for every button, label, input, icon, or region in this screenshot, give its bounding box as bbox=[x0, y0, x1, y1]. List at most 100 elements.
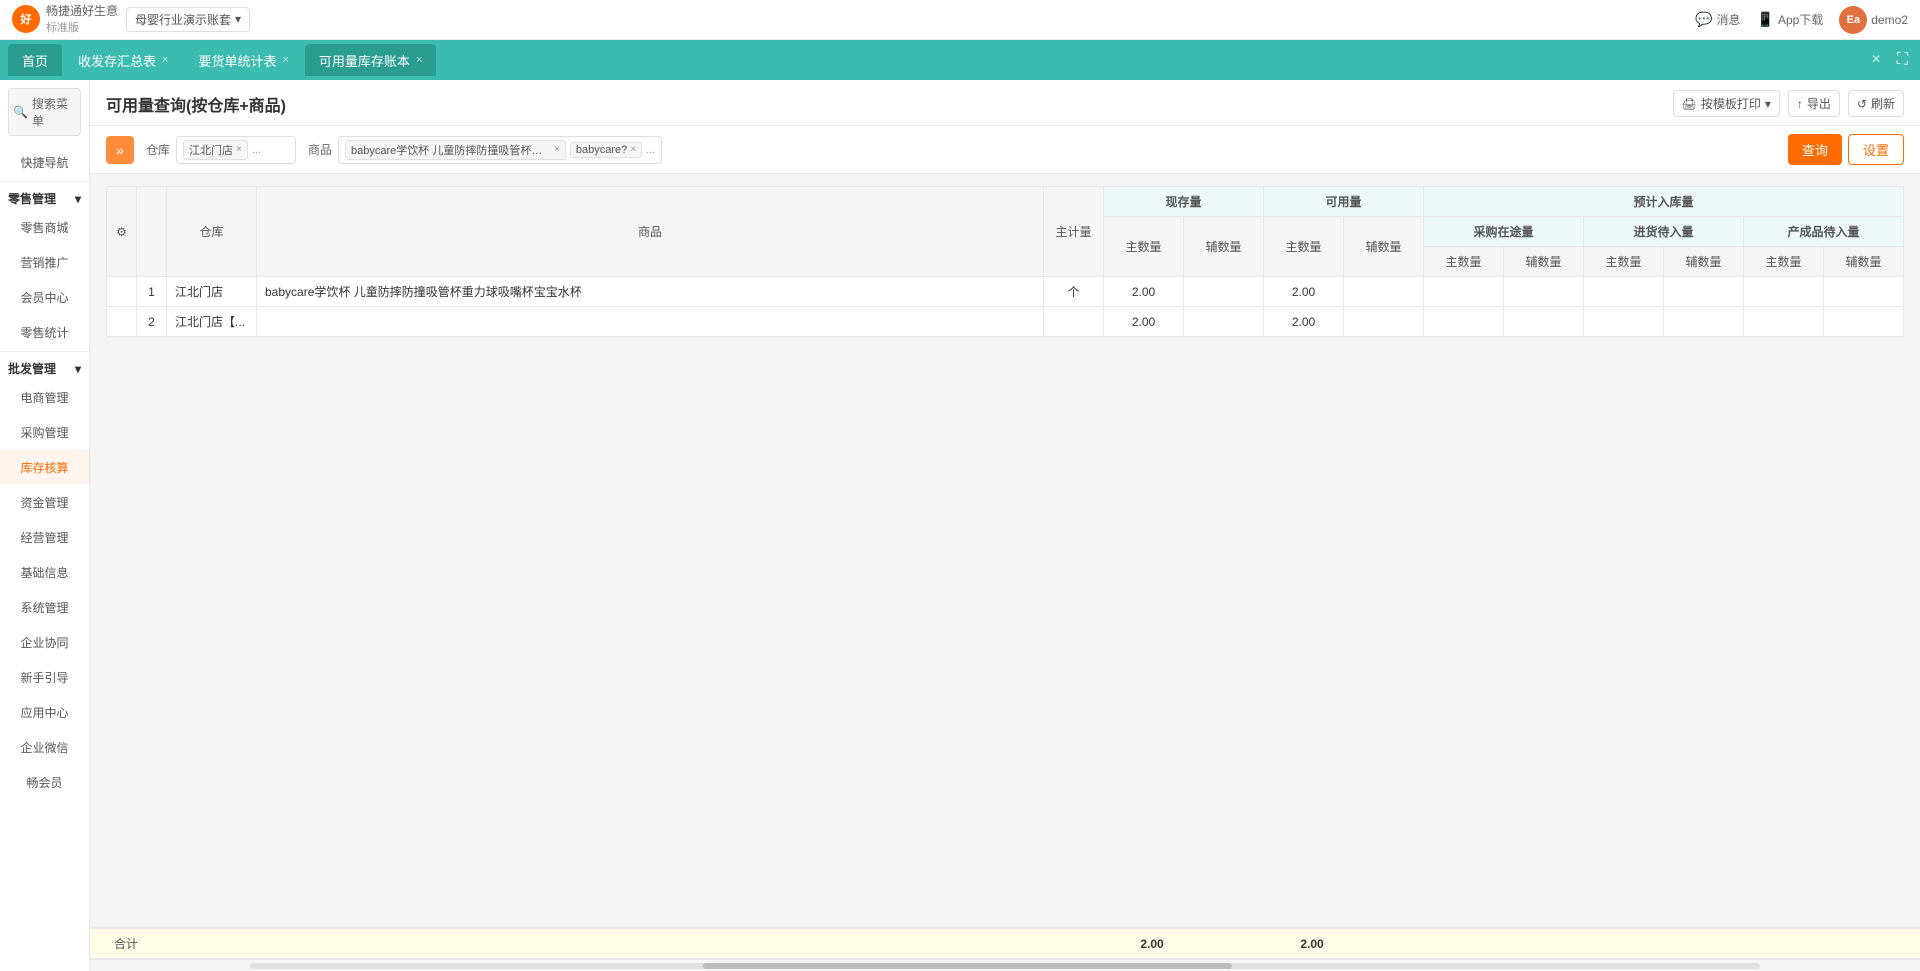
tab-available-stock-close[interactable] bbox=[416, 54, 422, 66]
tab-order-stats[interactable]: 要货单统计表 bbox=[184, 44, 302, 76]
warehouse-more-indicator[interactable]: ... bbox=[252, 144, 261, 156]
sidebar-app-center-label: 应用中心 bbox=[6, 704, 83, 721]
th-purchase-aux: 辅数量 bbox=[1504, 247, 1584, 277]
content-area: 可用量查询(按仓库+商品) 按模板打印 导出 刷新 bbox=[90, 80, 1920, 971]
user-profile[interactable]: Ea demo2 bbox=[1839, 6, 1908, 34]
print-template-button[interactable]: 按模板打印 bbox=[1673, 90, 1780, 117]
th-forecast: 预计入库量 bbox=[1424, 187, 1904, 217]
top-bar-left: 好 畅捷通好生意 标准版 母婴行业演示账套 bbox=[12, 4, 250, 34]
table-area: 仓库 商品 主计量 现存量 可用量 预计入库量 主数量 辅数量 主数量 辅数量 … bbox=[90, 174, 1920, 927]
sidebar-marketing-label: 营销推广 bbox=[6, 254, 83, 271]
refresh-button[interactable]: 刷新 bbox=[1848, 90, 1904, 117]
product-filter-group: 商品 babycare学饮杯 儿童防摔防撞吸管杯重力球吸嘴杯宝宝水杯 babyc… bbox=[308, 136, 662, 164]
warehouse-filter-tags[interactable]: 江北门店 ... bbox=[176, 136, 296, 164]
page-actions: 按模板打印 导出 刷新 bbox=[1673, 90, 1904, 117]
sidebar-item-member[interactable]: 会员中心 bbox=[0, 279, 89, 314]
tab-order-stats-close[interactable] bbox=[282, 54, 288, 66]
sidebar-system-label: 系统管理 bbox=[6, 599, 83, 616]
tab-available-stock-label: 可用量库存账本 bbox=[319, 51, 410, 70]
message-label: 消息 bbox=[1716, 11, 1740, 28]
table-row: 1 江北门店 babycare学饮杯 儿童防摔防撞吸管杯重力球吸嘴杯宝宝水杯 个… bbox=[107, 277, 1904, 307]
nav-right-actions: ⛶ bbox=[1867, 47, 1912, 73]
sidebar-item-purchase[interactable]: 采购管理 bbox=[0, 414, 89, 449]
warehouse-tag-close-icon[interactable] bbox=[236, 144, 242, 155]
search-menu-label: 搜索菜单 bbox=[32, 95, 76, 129]
footer-total-label: 合计 bbox=[98, 935, 258, 952]
sidebar-batch-mgmt-label: 批发管理 bbox=[8, 360, 56, 377]
page-title-row: 可用量查询(按仓库+商品) 按模板打印 导出 刷新 bbox=[106, 90, 1904, 117]
product-tag2-close-icon[interactable] bbox=[630, 144, 636, 155]
cell-production-aux-1 bbox=[1824, 307, 1904, 337]
product-more-indicator[interactable]: ... bbox=[646, 144, 655, 156]
sidebar-item-shortcut[interactable]: 快捷导航 bbox=[0, 144, 89, 179]
tab-receivable-close[interactable] bbox=[162, 54, 168, 66]
sidebar-item-operations[interactable]: 经营管理 bbox=[0, 519, 89, 554]
sidebar-item-newbie[interactable]: 新手引导 bbox=[0, 659, 89, 694]
sidebar-item-app-center[interactable]: 应用中心 bbox=[0, 694, 89, 729]
window-maximize-icon[interactable]: ⛶ bbox=[1893, 47, 1912, 73]
sidebar-item-basic-info[interactable]: 基础信息 bbox=[0, 554, 89, 589]
settings-button[interactable]: 设置 bbox=[1848, 134, 1904, 165]
th-incoming-aux: 辅数量 bbox=[1664, 247, 1744, 277]
chevron-down-icon bbox=[235, 12, 241, 26]
sidebar-enterprise-label: 企业协同 bbox=[6, 634, 83, 651]
window-close-icon[interactable] bbox=[1867, 47, 1884, 73]
tab-receivable[interactable]: 收发存汇总表 bbox=[64, 44, 182, 76]
sidebar-item-marketing[interactable]: 营销推广 bbox=[0, 244, 89, 279]
sidebar-batch-expand-icon bbox=[75, 362, 81, 376]
product-tag-close-icon[interactable] bbox=[554, 144, 560, 155]
query-button[interactable]: 查询 bbox=[1788, 134, 1842, 165]
th-settings[interactable] bbox=[107, 187, 137, 277]
sidebar-item-system[interactable]: 系统管理 bbox=[0, 589, 89, 624]
warehouse-tag-label: 江北门店 bbox=[189, 142, 233, 158]
cell-incoming-aux-1 bbox=[1664, 307, 1744, 337]
cell-current-main-1: 2.00 bbox=[1104, 307, 1184, 337]
cell-production-main-0 bbox=[1744, 277, 1824, 307]
sidebar-search-area: 搜索菜单 bbox=[0, 80, 89, 144]
warehouse-filter-group: 仓库 江北门店 ... bbox=[146, 136, 296, 164]
cell-purchase-aux-0 bbox=[1504, 277, 1584, 307]
sidebar-item-finance[interactable]: 资金管理 bbox=[0, 484, 89, 519]
bottom-scrollbar[interactable] bbox=[90, 959, 1920, 971]
scrollbar-thumb[interactable] bbox=[703, 963, 1232, 969]
cell-production-aux-0 bbox=[1824, 277, 1904, 307]
sidebar-item-vip[interactable]: 畅会员 bbox=[0, 764, 89, 799]
th-incoming: 进货待入量 bbox=[1584, 217, 1744, 247]
sidebar-member-label: 会员中心 bbox=[6, 289, 83, 306]
app-download-button[interactable]: App下载 bbox=[1757, 11, 1824, 28]
sidebar-item-inventory[interactable]: 库存核算 bbox=[0, 449, 89, 484]
filter-bar: » 仓库 江北门店 ... 商品 babycare学饮杯 儿童防摔防撞吸管杯重力… bbox=[90, 126, 1920, 174]
product-filter-tags[interactable]: babycare学饮杯 儿童防摔防撞吸管杯重力球吸嘴杯宝宝水杯 babycare… bbox=[338, 136, 662, 164]
sidebar-item-retail-mall[interactable]: 零售商城 bbox=[0, 209, 89, 244]
data-table: 仓库 商品 主计量 现存量 可用量 预计入库量 主数量 辅数量 主数量 辅数量 … bbox=[106, 186, 1904, 337]
print-icon bbox=[1682, 97, 1697, 111]
cell-no-1: 2 bbox=[137, 307, 167, 337]
total-label-text: 合计 bbox=[114, 937, 138, 951]
app-subtext: 标准版 bbox=[46, 19, 118, 35]
table-settings-icon[interactable] bbox=[116, 225, 127, 239]
filter-expand-button[interactable]: » bbox=[106, 136, 134, 164]
sidebar-item-enterprise[interactable]: 企业协同 bbox=[0, 624, 89, 659]
cell-no-0: 1 bbox=[137, 277, 167, 307]
th-purchase-main: 主数量 bbox=[1424, 247, 1504, 277]
app-download-icon bbox=[1757, 11, 1774, 28]
message-button[interactable]: 消息 bbox=[1695, 11, 1740, 28]
sidebar-item-retail-stats[interactable]: 零售统计 bbox=[0, 314, 89, 349]
export-button[interactable]: 导出 bbox=[1788, 90, 1840, 117]
page-title: 可用量查询(按仓库+商品) bbox=[106, 92, 286, 116]
sidebar-section-batch[interactable]: 批发管理 bbox=[0, 354, 89, 379]
product-tag-babycare: babycare学饮杯 儿童防摔防撞吸管杯重力球吸嘴杯宝宝水杯 bbox=[345, 140, 566, 160]
sidebar-item-enterprise-wechat[interactable]: 企业微信 bbox=[0, 729, 89, 764]
tab-home[interactable]: 首页 bbox=[8, 44, 62, 76]
scrollbar-track[interactable] bbox=[250, 963, 1760, 969]
sidebar-operations-label: 经营管理 bbox=[6, 529, 83, 546]
industry-selector[interactable]: 母婴行业演示账套 bbox=[126, 7, 250, 32]
tab-home-label: 首页 bbox=[22, 51, 48, 70]
search-menu-button[interactable]: 搜索菜单 bbox=[8, 88, 81, 136]
sidebar-retail-stats-label: 零售统计 bbox=[6, 324, 83, 341]
app-name: 畅捷通好生意 bbox=[46, 4, 118, 18]
sidebar-section-retail[interactable]: 零售管理 bbox=[0, 184, 89, 209]
tab-available-stock[interactable]: 可用量库存账本 bbox=[305, 44, 436, 76]
cell-purchase-main-1 bbox=[1424, 307, 1504, 337]
sidebar-item-ecommerce[interactable]: 电商管理 bbox=[0, 379, 89, 414]
